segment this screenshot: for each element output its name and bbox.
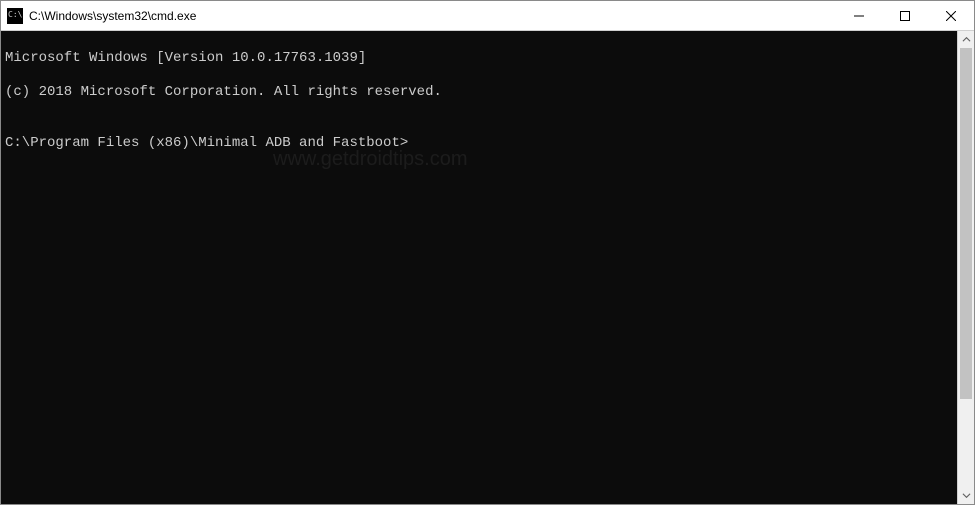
scrollbar-track[interactable] <box>958 48 974 487</box>
titlebar[interactable]: C:\Windows\system32\cmd.exe <box>1 1 974 31</box>
scrollbar-thumb[interactable] <box>960 48 972 399</box>
minimize-icon <box>854 11 864 21</box>
window-title: C:\Windows\system32\cmd.exe <box>29 9 196 23</box>
chevron-down-icon <box>962 491 971 500</box>
maximize-icon <box>900 11 910 21</box>
console-prompt: C:\Program Files (x86)\Minimal ADB and F… <box>5 135 953 152</box>
vertical-scrollbar[interactable] <box>957 31 974 504</box>
close-icon <box>946 11 956 21</box>
client-area: Microsoft Windows [Version 10.0.17763.10… <box>1 31 974 504</box>
cmd-window: C:\Windows\system32\cmd.exe Microsoft Wi… <box>0 0 975 505</box>
console-line: (c) 2018 Microsoft Corporation. All righ… <box>5 84 953 101</box>
window-controls <box>836 1 974 30</box>
minimize-button[interactable] <box>836 1 882 30</box>
scroll-down-button[interactable] <box>958 487 974 504</box>
close-button[interactable] <box>928 1 974 30</box>
console-line: Microsoft Windows [Version 10.0.17763.10… <box>5 50 953 67</box>
console-output[interactable]: Microsoft Windows [Version 10.0.17763.10… <box>1 31 957 504</box>
scroll-up-button[interactable] <box>958 31 974 48</box>
watermark-text: www.getdroidtips.com <box>273 151 468 168</box>
cmd-icon <box>7 8 23 24</box>
maximize-button[interactable] <box>882 1 928 30</box>
chevron-up-icon <box>962 35 971 44</box>
